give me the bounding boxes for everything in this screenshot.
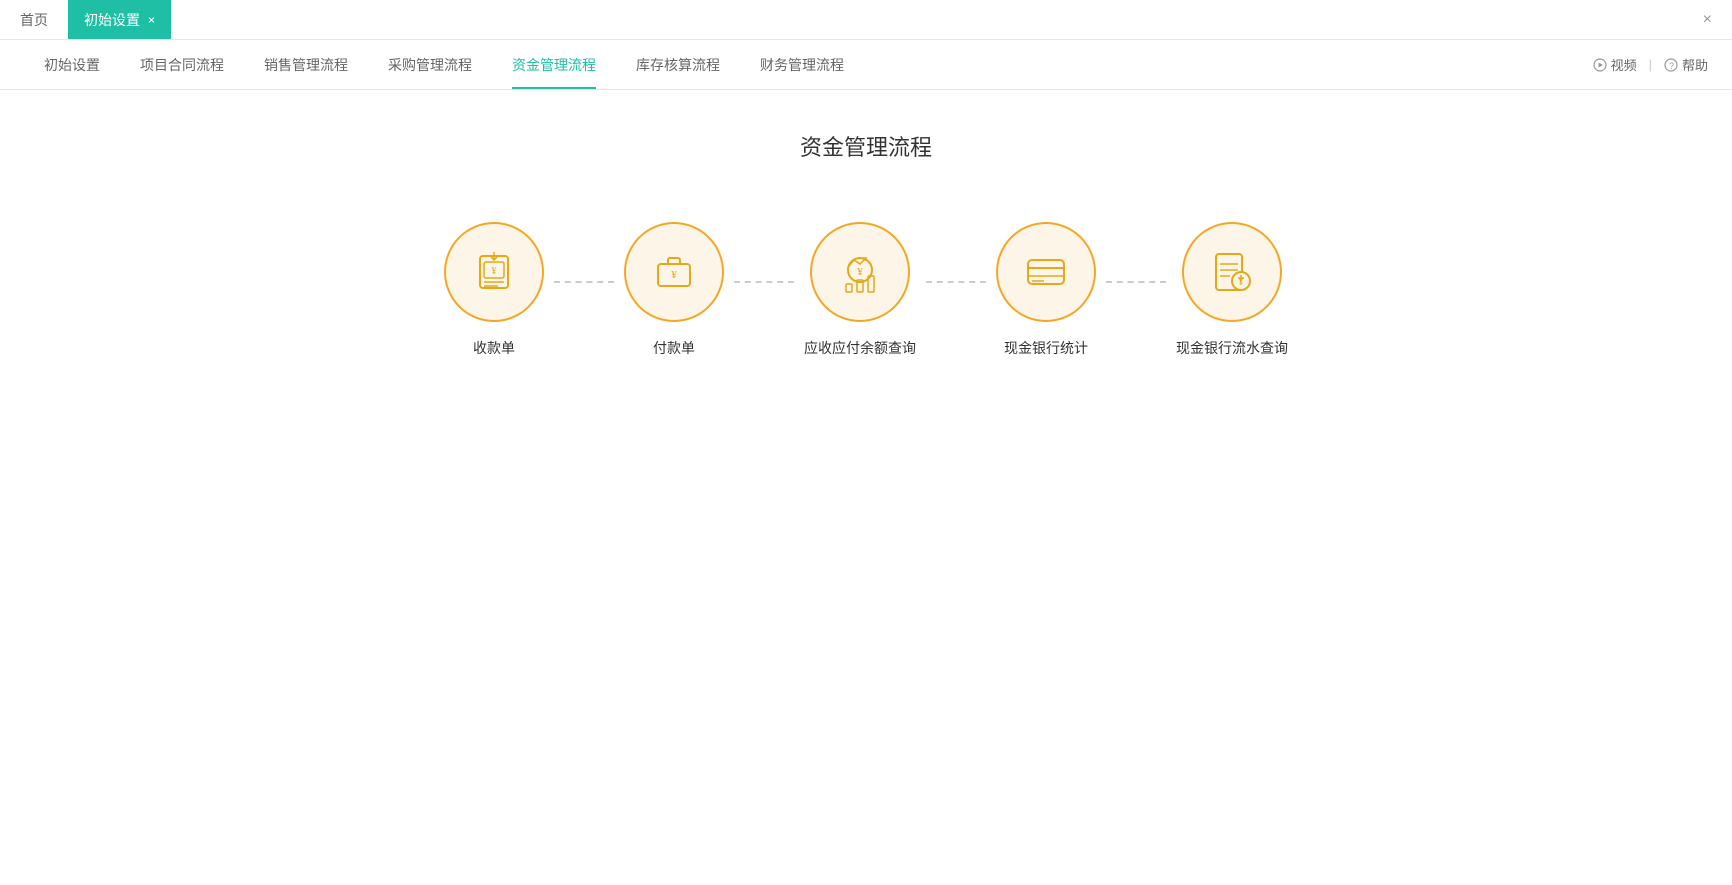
nav-item-sales-management[interactable]: 销售管理流程 <box>244 40 368 89</box>
nav-label: 项目合同流程 <box>140 55 224 75</box>
nav-label: 资金管理流程 <box>512 55 596 75</box>
flow-circle-receipt: ¥ <box>444 222 544 322</box>
initial-setup-tab[interactable]: 初始设置 × <box>68 0 171 39</box>
connector-2 <box>724 281 804 283</box>
svg-text:¥: ¥ <box>671 269 677 281</box>
flow-label-receipt: 收款单 <box>473 338 515 358</box>
nav-item-initial-setup[interactable]: 初始设置 <box>24 40 120 89</box>
svg-text:¥: ¥ <box>857 266 863 278</box>
ar-ap-icon: ¥ <box>836 248 884 296</box>
nav-item-financial-management[interactable]: 财务管理流程 <box>740 40 864 89</box>
help-label: 帮助 <box>1682 55 1708 74</box>
flow-container: ¥ 收款单 ¥ <box>444 222 1288 358</box>
nav-label: 采购管理流程 <box>388 55 472 75</box>
nav-label: 初始设置 <box>44 55 100 75</box>
flow-circle-bank-stats <box>996 222 1096 322</box>
flow-circle-payment: ¥ <box>624 222 724 322</box>
payment-icon: ¥ <box>650 248 698 296</box>
window-close-button[interactable]: × <box>1703 11 1712 29</box>
bank-stats-icon <box>1022 248 1070 296</box>
flow-circle-ar-ap: ¥ <box>810 222 910 322</box>
flow-item-bank-flow[interactable]: ¥ 现金银行流水查询 <box>1176 222 1288 358</box>
nav-label: 销售管理流程 <box>264 55 348 75</box>
tab-label: 初始设置 <box>84 10 140 30</box>
video-link[interactable]: 视频 <box>1593 55 1637 74</box>
nav-item-purchase-management[interactable]: 采购管理流程 <box>368 40 492 89</box>
bank-flow-icon: ¥ <box>1208 248 1256 296</box>
nav-label: 库存核算流程 <box>636 55 720 75</box>
home-label: 首页 <box>20 10 48 30</box>
nav-item-inventory-accounting[interactable]: 库存核算流程 <box>616 40 740 89</box>
flow-item-ar-ap[interactable]: ¥ 应收应付余额查询 <box>804 222 916 358</box>
flow-label-bank-stats: 现金银行统计 <box>1004 338 1088 358</box>
nav-bar: 初始设置 项目合同流程 销售管理流程 采购管理流程 资金管理流程 库存核算流程 … <box>0 40 1732 90</box>
flow-item-bank-stats[interactable]: 现金银行统计 <box>996 222 1096 358</box>
flow-label-payment: 付款单 <box>653 338 695 358</box>
flow-item-payment[interactable]: ¥ 付款单 <box>624 222 724 358</box>
svg-text:¥: ¥ <box>492 266 497 277</box>
svg-text:?: ? <box>1669 61 1674 71</box>
help-circle-icon: ? <box>1664 58 1678 72</box>
connector-1 <box>544 281 624 283</box>
top-bar-right: × <box>1703 11 1732 29</box>
tab-close-icon[interactable]: × <box>148 13 155 27</box>
main-content: 资金管理流程 ¥ 收款单 <box>0 90 1732 358</box>
connector-4 <box>1096 281 1176 283</box>
nav-item-project-contract[interactable]: 项目合同流程 <box>120 40 244 89</box>
flow-label-bank-flow: 现金银行流水查询 <box>1176 338 1288 358</box>
nav-bar-right: 视频 | ? 帮助 <box>1593 55 1708 74</box>
video-label: 视频 <box>1611 55 1637 74</box>
receipt-icon: ¥ <box>470 248 518 296</box>
nav-label: 财务管理流程 <box>760 55 844 75</box>
home-tab[interactable]: 首页 <box>0 0 68 39</box>
flow-label-ar-ap: 应收应付余额查询 <box>804 338 916 358</box>
page-title: 资金管理流程 <box>800 130 932 162</box>
flow-item-receipt[interactable]: ¥ 收款单 <box>444 222 544 358</box>
flow-circle-bank-flow: ¥ <box>1182 222 1282 322</box>
help-link[interactable]: ? 帮助 <box>1664 55 1708 74</box>
connector-3 <box>916 281 996 283</box>
play-circle-icon <box>1593 58 1607 72</box>
top-bar: 首页 初始设置 × × <box>0 0 1732 40</box>
nav-item-fund-management[interactable]: 资金管理流程 <box>492 40 616 89</box>
